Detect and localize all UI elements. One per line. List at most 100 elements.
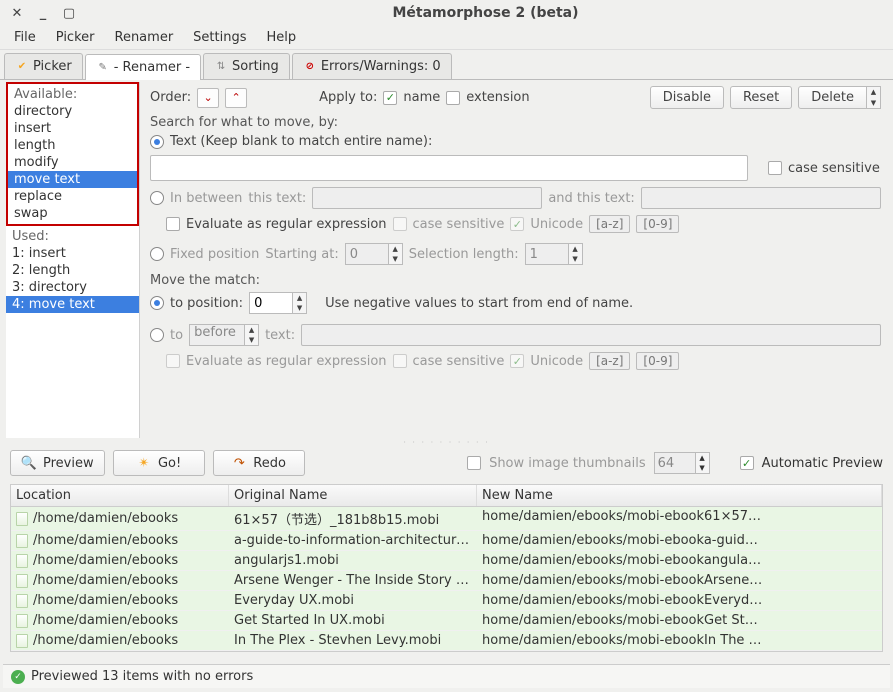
preview-button[interactable]: 🔍Preview xyxy=(10,450,105,476)
table-row[interactable]: /home/damien/ebooksIn The Plex - Stevhen… xyxy=(11,631,882,651)
selection-length-input xyxy=(525,243,569,265)
go-icon: ✴ xyxy=(136,455,152,471)
tab-renamer[interactable]: ✎ - Renamer - xyxy=(85,54,201,80)
cell-original: Arsene Wenger - The Inside Story of … xyxy=(229,571,477,590)
available-item[interactable]: swap xyxy=(8,205,137,222)
move-to-label: to xyxy=(170,328,183,343)
apply-name-checkbox[interactable] xyxy=(383,91,397,105)
move-case-label: case sensitive xyxy=(413,354,505,369)
disable-button[interactable]: Disable xyxy=(650,86,724,109)
order-up-button[interactable]: ⌃ xyxy=(225,88,247,108)
move-to-radio[interactable] xyxy=(150,328,164,342)
used-box: Used: 1: insert2: length3: directory4: m… xyxy=(6,226,139,438)
move-position-radio[interactable] xyxy=(150,296,164,310)
close-icon[interactable]: ✕ xyxy=(10,6,24,20)
tab-picker[interactable]: ✔ Picker xyxy=(4,53,83,79)
tab-sorting[interactable]: ⇅ Sorting xyxy=(203,53,290,79)
file-icon xyxy=(16,554,28,568)
menu-renamer[interactable]: Renamer xyxy=(107,28,182,47)
errors-icon: ⊘ xyxy=(303,60,317,74)
tab-errors[interactable]: ⊘ Errors/Warnings: 0 xyxy=(292,53,452,79)
move-before-select: before xyxy=(189,324,245,346)
table-row[interactable]: /home/damien/ebooksGet Started In UX.mob… xyxy=(11,611,882,631)
menu-picker[interactable]: Picker xyxy=(48,28,103,47)
magnifier-icon: 🔍 xyxy=(21,455,37,471)
file-icon xyxy=(16,574,28,588)
used-item[interactable]: 1: insert xyxy=(6,245,139,262)
move-text-input xyxy=(301,324,881,346)
available-item[interactable]: length xyxy=(8,137,137,154)
cell-original: a-guide-to-information-architecture.… xyxy=(229,531,477,550)
cell-original: Get Started In UX.mobi xyxy=(229,611,477,630)
used-item[interactable]: 3: directory xyxy=(6,279,139,296)
available-item[interactable]: directory xyxy=(8,103,137,120)
table-row[interactable]: /home/damien/ebooksEveryday UX.mobihome/… xyxy=(11,591,882,611)
go-button[interactable]: ✴Go! xyxy=(113,450,205,476)
cell-newname: home/damien/ebooks/mobi-ebooka-guid… xyxy=(477,531,882,550)
table-row[interactable]: /home/damien/ebooksa-guide-to-informatio… xyxy=(11,531,882,551)
selection-length-stepper: ▲▼ xyxy=(569,243,583,265)
search-unicode-checkbox[interactable] xyxy=(510,217,524,231)
used-header: Used: xyxy=(6,228,139,245)
thumbnails-checkbox[interactable] xyxy=(467,456,481,470)
search-between-radio[interactable] xyxy=(150,191,164,205)
search-case2-checkbox[interactable] xyxy=(393,217,407,231)
delete-button[interactable]: Delete xyxy=(798,86,867,109)
table-row[interactable]: /home/damien/ebooks61×57（节选）_181b8b15.mo… xyxy=(11,507,882,531)
results-table: Location Original Name New Name /home/da… xyxy=(10,484,883,652)
cell-location: /home/damien/ebooks xyxy=(33,553,178,568)
renamer-icon: ✎ xyxy=(96,61,110,75)
maximize-icon[interactable]: ▢ xyxy=(62,6,76,20)
col-original[interactable]: Original Name xyxy=(229,485,477,506)
menu-help[interactable]: Help xyxy=(259,28,305,47)
cell-location: /home/damien/ebooks xyxy=(33,593,178,608)
used-item[interactable]: 2: length xyxy=(6,262,139,279)
reset-button[interactable]: Reset xyxy=(730,86,792,109)
table-row[interactable]: /home/damien/ebooksangularjs1.mobihome/d… xyxy=(11,551,882,571)
between-thistext-label: this text: xyxy=(248,191,306,206)
file-icon xyxy=(16,594,28,608)
minimize-icon[interactable]: _ xyxy=(36,6,50,20)
available-item[interactable]: modify xyxy=(8,154,137,171)
apply-to-label: Apply to: xyxy=(319,90,377,105)
apply-extension-checkbox[interactable] xyxy=(446,91,460,105)
available-item[interactable]: move text xyxy=(8,171,137,188)
redo-button[interactable]: ↷Redo xyxy=(213,450,305,476)
cell-newname: home/damien/ebooks/mobi-ebookangula… xyxy=(477,551,882,570)
table-header: Location Original Name New Name xyxy=(11,485,882,507)
menu-file[interactable]: File xyxy=(6,28,44,47)
search-fixed-radio[interactable] xyxy=(150,247,164,261)
move-before-stepper: ▲▼ xyxy=(245,324,259,346)
cell-original: In The Plex - Stevhen Levy.mobi xyxy=(229,631,477,650)
picker-icon: ✔ xyxy=(15,60,29,74)
search-regex-checkbox[interactable] xyxy=(166,217,180,231)
between-andtext-input xyxy=(641,187,881,209)
move-position-input[interactable] xyxy=(249,292,293,314)
search-text-radio[interactable] xyxy=(150,135,164,149)
delete-stepper[interactable]: ▲▼ xyxy=(867,86,881,109)
move-case-checkbox xyxy=(393,354,407,368)
used-item[interactable]: 4: move text xyxy=(6,296,139,313)
menu-settings[interactable]: Settings xyxy=(185,28,254,47)
titlebar: ✕ _ ▢ Métamorphose 2 (beta) xyxy=(0,0,893,26)
thumbnails-label: Show image thumbnails xyxy=(489,456,646,471)
between-thistext-input xyxy=(312,187,542,209)
col-location[interactable]: Location xyxy=(11,485,229,506)
auto-preview-checkbox[interactable] xyxy=(740,456,754,470)
search-text-input[interactable] xyxy=(150,155,748,181)
available-item[interactable]: replace xyxy=(8,188,137,205)
col-newname[interactable]: New Name xyxy=(477,485,882,506)
move-position-stepper[interactable]: ▲▼ xyxy=(293,292,307,314)
order-label: Order: xyxy=(150,90,191,105)
available-box: Available: directoryinsertlengthmodifymo… xyxy=(6,82,139,226)
table-row[interactable]: /home/damien/ebooksArsene Wenger - The I… xyxy=(11,571,882,591)
search-az-button[interactable]: [a-z] xyxy=(589,215,630,233)
splitter-handle[interactable]: · · · · · · · · · · xyxy=(0,438,893,446)
order-down-button[interactable]: ⌄ xyxy=(197,88,219,108)
search-09-button[interactable]: [0-9] xyxy=(636,215,679,233)
search-case-checkbox[interactable] xyxy=(768,161,782,175)
available-item[interactable]: insert xyxy=(8,120,137,137)
cell-newname: home/damien/ebooks/mobi-ebookArsene… xyxy=(477,571,882,590)
search-unicode-label: Unicode xyxy=(530,217,583,232)
between-andtext-label: and this text: xyxy=(548,191,634,206)
